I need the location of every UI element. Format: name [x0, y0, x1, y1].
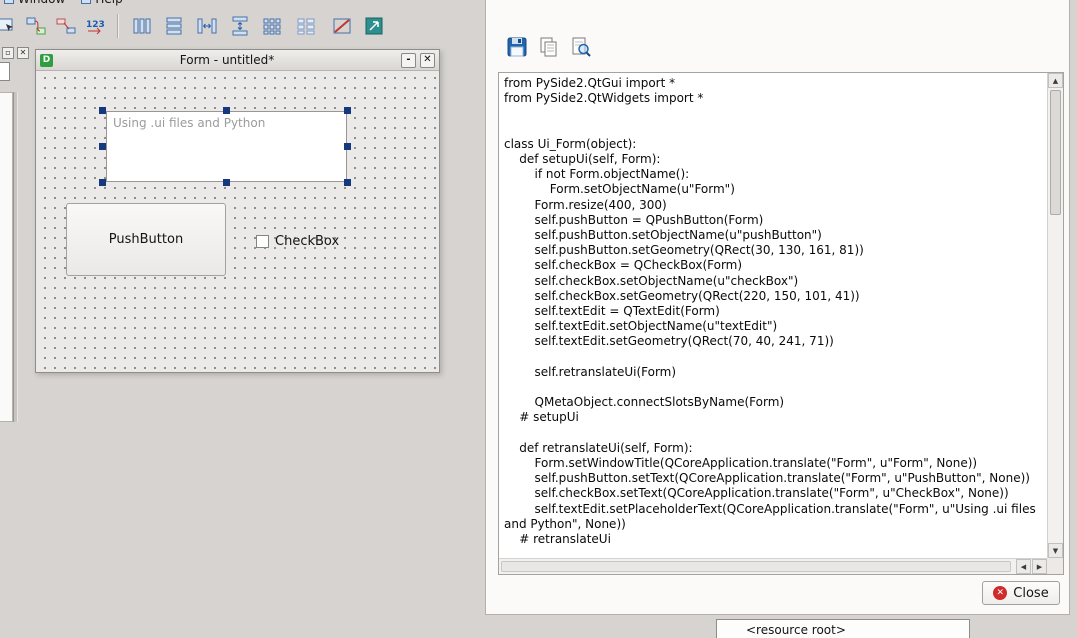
form-window-title: Form - untitled*: [57, 53, 397, 67]
layout-form-icon: [296, 16, 316, 36]
scroll-right-button[interactable]: ▶: [1032, 559, 1047, 574]
edit-widgets-icon: [0, 16, 16, 36]
scrollbar-corner: [1047, 558, 1063, 574]
resize-handle-bottom-right[interactable]: [344, 179, 351, 186]
checkbox-widget[interactable]: CheckBox: [256, 226, 357, 256]
toolbar-button-layout-vertically[interactable]: [160, 12, 188, 40]
find-icon: [570, 36, 592, 58]
widget-box-panel: [0, 92, 13, 422]
code-area[interactable]: from PySide2.QtGui import * from PySide2…: [498, 72, 1064, 575]
resize-handle-middle-left[interactable]: [99, 143, 106, 150]
pushbutton-widget[interactable]: PushButton: [66, 203, 226, 276]
designer-form-icon: D: [40, 54, 53, 67]
toolbar-separator: [117, 14, 119, 38]
save-icon: [506, 36, 528, 58]
scroll-up-button[interactable]: ▲: [1048, 73, 1063, 88]
toolbar-button-layout-horizontally[interactable]: [128, 12, 156, 40]
layout-grid-icon: [262, 16, 282, 36]
form-designer-window: D Form - untitled* - ✕ Using .ui files a…: [35, 49, 440, 373]
dock-float-button[interactable]: ▫: [2, 47, 14, 59]
save-button[interactable]: [504, 34, 530, 60]
form-titlebar[interactable]: D Form - untitled* - ✕: [36, 50, 439, 71]
toolbar-button-layout-vertically-splitter[interactable]: [226, 12, 254, 40]
textedit-placeholder: Using .ui files and Python: [113, 116, 265, 130]
menu-window-label: Window: [18, 0, 65, 6]
dialog-close-button[interactable]: ✕ Close: [982, 581, 1060, 605]
dock-close-button[interactable]: ✕: [17, 47, 29, 59]
vertical-scrollbar[interactable]: ▲ ▼: [1047, 73, 1063, 558]
menu-help-label: Help: [95, 0, 122, 6]
resize-handle-top-center[interactable]: [223, 107, 230, 114]
edit-tab-order-icon: 123: [85, 16, 107, 36]
dock-titlebar-buttons: ▫ ✕: [2, 47, 29, 59]
checkbox-indicator[interactable]: [256, 235, 269, 248]
toolbar-button-layout-grid[interactable]: [258, 12, 286, 40]
close-button-label: Close: [1013, 586, 1048, 601]
toolbar-button-edit-tab-order[interactable]: 123: [82, 12, 110, 40]
horizontal-scrollbar[interactable]: ◀ ▶: [499, 558, 1047, 574]
resize-handle-bottom-center[interactable]: [223, 179, 230, 186]
edit-buddies-icon: [56, 16, 76, 36]
menubar-inner: Window Help: [4, 0, 123, 6]
toolbar-button-break-layout[interactable]: [328, 12, 356, 40]
toolbar-button-edit-buddies[interactable]: [52, 12, 80, 40]
toolbar-button-edit-signals-slots[interactable]: [22, 12, 50, 40]
help-menu-icon: [81, 0, 91, 4]
code-text[interactable]: from PySide2.QtGui import * from PySide2…: [504, 76, 1044, 555]
toolbar-button-layout-form[interactable]: [292, 12, 320, 40]
toolbar-button-layout-horizontally-splitter[interactable]: [193, 12, 221, 40]
svg-text:123: 123: [86, 20, 105, 30]
window-menu-icon: [4, 0, 14, 4]
toolbar-button-adjust-size[interactable]: [360, 12, 388, 40]
form-canvas[interactable]: Using .ui files and Python PushButton Ch…: [36, 71, 439, 372]
textedit-widget[interactable]: Using .ui files and Python: [106, 111, 347, 182]
resize-handle-middle-right[interactable]: [344, 143, 351, 150]
break-layout-icon: [332, 16, 352, 36]
resize-handle-bottom-left[interactable]: [99, 179, 106, 186]
code-preview-dialog: from PySide2.QtGui import * from PySide2…: [485, 0, 1070, 615]
layout-vertically-icon: [164, 16, 184, 36]
qt-designer-screen: Window Help 123: [0, 0, 1077, 638]
copy-button[interactable]: [536, 34, 562, 60]
pushbutton-label: PushButton: [109, 232, 183, 247]
toolbar-button-edit-widgets[interactable]: [0, 12, 20, 40]
copy-icon: [538, 36, 560, 58]
menu-item-help[interactable]: Help: [81, 0, 122, 6]
form-minimize-button[interactable]: -: [401, 53, 416, 68]
resize-handle-top-right[interactable]: [344, 107, 351, 114]
layout-horizontally-splitter-icon: [197, 16, 217, 36]
panel-splitter[interactable]: [13, 92, 18, 422]
resource-browser: <resource root>: [716, 619, 970, 638]
find-button[interactable]: [568, 34, 594, 60]
resize-handle-top-left[interactable]: [99, 107, 106, 114]
scroll-down-button[interactable]: ▼: [1048, 543, 1063, 558]
edit-signals-slots-icon: [26, 16, 46, 36]
scroll-left-button[interactable]: ◀: [1016, 559, 1031, 574]
menubar: Window Help: [0, 0, 480, 8]
widget-box-filter-fragment[interactable]: [0, 62, 10, 81]
form-close-button[interactable]: ✕: [420, 53, 435, 68]
resource-root-item[interactable]: <resource root>: [746, 623, 846, 637]
layout-vertically-splitter-icon: [230, 16, 250, 36]
horizontal-scrollbar-thumb[interactable]: [501, 561, 1011, 572]
adjust-size-icon: [364, 16, 384, 36]
checkbox-label: CheckBox: [275, 234, 339, 249]
layout-horizontally-icon: [132, 16, 152, 36]
menu-item-window[interactable]: Window: [4, 0, 65, 6]
vertical-scrollbar-thumb[interactable]: [1050, 90, 1061, 215]
close-circle-icon: ✕: [993, 586, 1007, 600]
